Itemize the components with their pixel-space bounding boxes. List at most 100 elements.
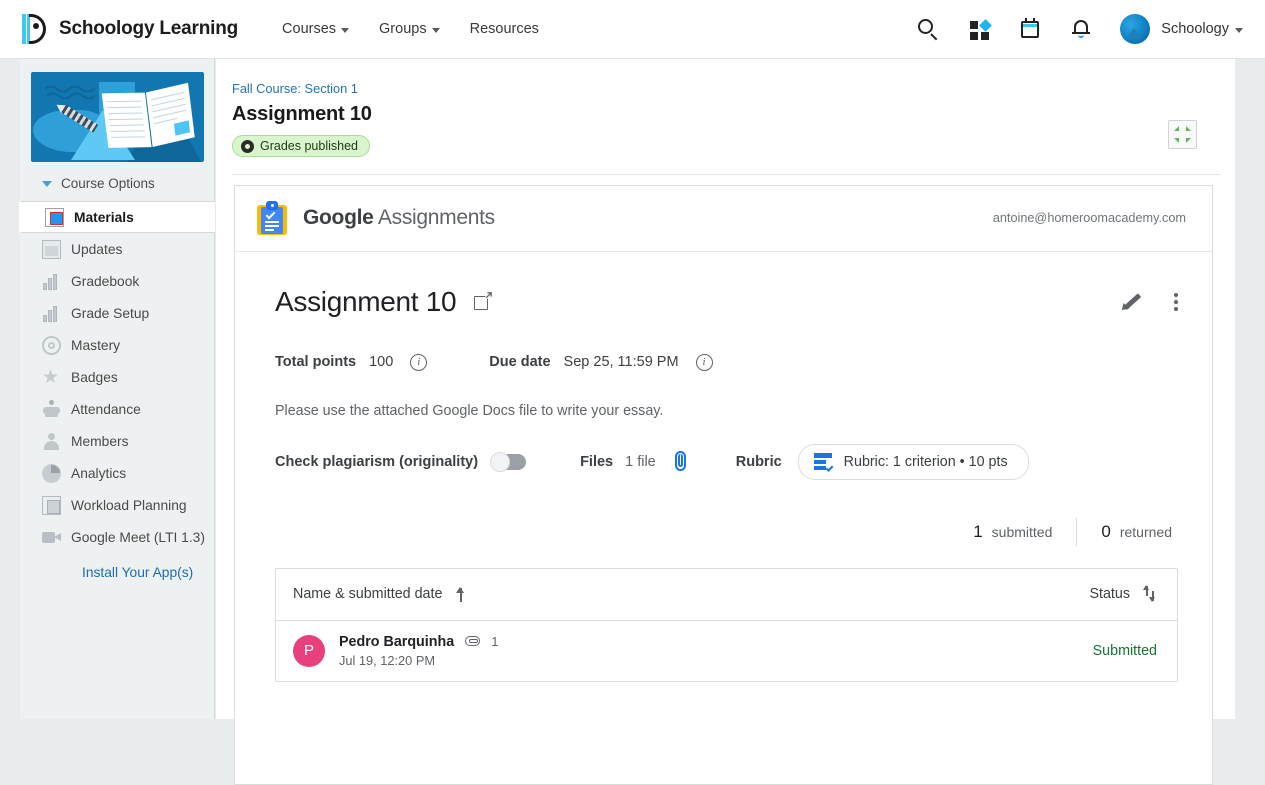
info-icon[interactable]: i [410,353,428,371]
rubric-icon [813,452,834,472]
files-label: Files [580,453,614,470]
assignment-title-row: Assignment 10 [275,286,1178,318]
student-info: Pedro Barquinha 1 Jul 19, 12:20 PM [339,634,498,668]
sidebar-item-badges[interactable]: ★ Badges [20,361,214,393]
page-header: Fall Course: Section 1 Assignment 10 Gra… [216,59,1235,158]
sidebar-item-analytics[interactable]: Analytics [20,457,214,489]
assignment-description: Please use the attached Google Docs file… [275,402,664,419]
sort-ascending-icon [455,586,466,602]
sidebar-item-grade-setup[interactable]: Grade Setup [20,297,214,329]
user-menu[interactable]: Schoology [1161,21,1243,37]
attachment-count: 1 [491,634,499,649]
schoology-logo-icon [22,14,48,44]
gradebook-icon [42,272,61,291]
column-header-name-label: Name & submitted date [293,586,443,602]
google-assignments-title: Google Assignments [303,206,495,230]
notifications-bell-icon[interactable] [1069,17,1093,41]
book-illustration [101,82,195,150]
assignment-title: Assignment 10 [275,285,457,317]
rubric-chip-button[interactable]: Rubric: 1 criterion • 10 pts [797,443,1029,480]
column-header-name[interactable]: Name & submitted date [293,586,466,602]
table-row[interactable]: P Pedro Barquinha 1 Jul 19, 12:20 PM Sub… [276,621,1177,681]
sidebar-item-mastery[interactable]: Mastery [20,329,214,361]
column-header-status[interactable]: Status [1089,585,1157,603]
sidebar-item-label: Materials [74,209,134,225]
course-banner-image [30,72,204,162]
sidebar-item-label: Grade Setup [71,305,150,321]
info-icon[interactable]: i [695,353,713,371]
chevron-down-icon [42,180,52,187]
page-title: Assignment 10 [232,103,372,125]
assignment-options-row: Check plagiarism (originality) Files 1 f… [275,443,1178,480]
primary-nav: Courses Groups Resources [282,21,539,37]
assignments-word: Assignments [373,206,495,229]
sidebar-item-google-meet[interactable]: Google Meet (LTI 1.3) [20,521,214,553]
course-sidebar: Course Options Materials Updates Gradebo… [19,59,215,719]
calendar-icon[interactable] [1018,17,1042,41]
header-divider [232,173,1221,175]
analytics-icon [42,463,61,483]
course-options-label: Course Options [61,176,155,191]
open-external-link-icon[interactable] [474,292,493,310]
counts-divider [1076,517,1078,546]
chevron-down-icon [341,27,350,33]
workload-planning-icon [42,495,61,515]
sidebar-item-attendance[interactable]: Attendance [20,393,214,425]
attachment-icon [465,636,481,647]
assignment-actions [1119,292,1178,313]
google-meet-icon [42,528,61,547]
nav-item-groups-label: Groups [379,21,427,37]
nav-item-resources[interactable]: Resources [470,21,539,37]
total-points-label: Total points [275,354,357,370]
nav-item-courses[interactable]: Courses [282,21,350,37]
apps-icon[interactable] [967,17,993,41]
submitted-label: submitted [991,523,1053,540]
attachment-clip-icon[interactable] [673,450,688,473]
sidebar-item-label: Attendance [71,401,141,417]
sidebar-item-members[interactable]: Members [20,425,214,457]
edit-pencil-icon[interactable] [1119,292,1142,313]
nav-item-groups[interactable]: Groups [379,21,440,37]
breadcrumb[interactable]: Fall Course: Section 1 [232,81,1205,96]
table-header-row: Name & submitted date Status [276,569,1177,621]
sidebar-item-gradebook[interactable]: Gradebook [20,265,214,297]
eye-icon [241,139,254,153]
user-menu-label: Schoology [1161,21,1229,37]
sort-toggle-icon [1143,585,1157,603]
expand-fullscreen-button[interactable] [1168,120,1197,149]
returned-label: returned [1119,523,1172,540]
sidebar-item-materials[interactable]: Materials [19,201,215,233]
attendance-icon [42,399,61,419]
sidebar-item-label: Workload Planning [71,497,187,513]
brand-logo-and-name[interactable]: Schoology Learning [22,14,238,44]
returned-count: 0 [1101,521,1111,541]
chevron-down-icon [1235,27,1243,33]
sidebar-item-label: Badges [71,369,118,385]
install-your-apps-link[interactable]: Install Your App(s) [82,565,214,580]
google-word: Google [303,206,374,229]
avatar[interactable] [1120,14,1151,44]
search-icon[interactable] [916,17,940,41]
sidebar-item-workload-planning[interactable]: Workload Planning [20,489,214,521]
external-arrow-icon [485,292,493,299]
brand-name: Schoology Learning [59,18,239,39]
due-date-value: Sep 25, 11:59 PM [563,354,679,370]
more-options-icon[interactable] [1174,292,1178,312]
submission-counts: 1 submitted 0 returned [275,517,1178,546]
total-points-value: 100 [369,354,394,370]
grade-setup-icon [42,304,61,323]
avatar: P [293,634,325,667]
status-badge-label: Grades published [260,139,358,153]
plagiarism-toggle[interactable] [490,451,527,472]
column-header-status-label: Status [1089,586,1130,602]
sidebar-item-label: Analytics [71,465,127,481]
sidebar-item-label: Mastery [71,337,121,353]
plagiarism-label: Check plagiarism (originality) [275,453,479,470]
badges-icon: ★ [42,366,60,388]
sidebar-item-updates[interactable]: Updates [20,233,214,265]
student-name-row: Pedro Barquinha 1 [339,634,498,650]
status-badge: Submitted [1092,642,1157,659]
card-body: Assignment 10 Total points 100 i Due dat… [235,252,1212,682]
course-options-toggle[interactable]: Course Options [42,176,214,191]
account-email: antoine@homeroomacademy.com [992,211,1186,225]
